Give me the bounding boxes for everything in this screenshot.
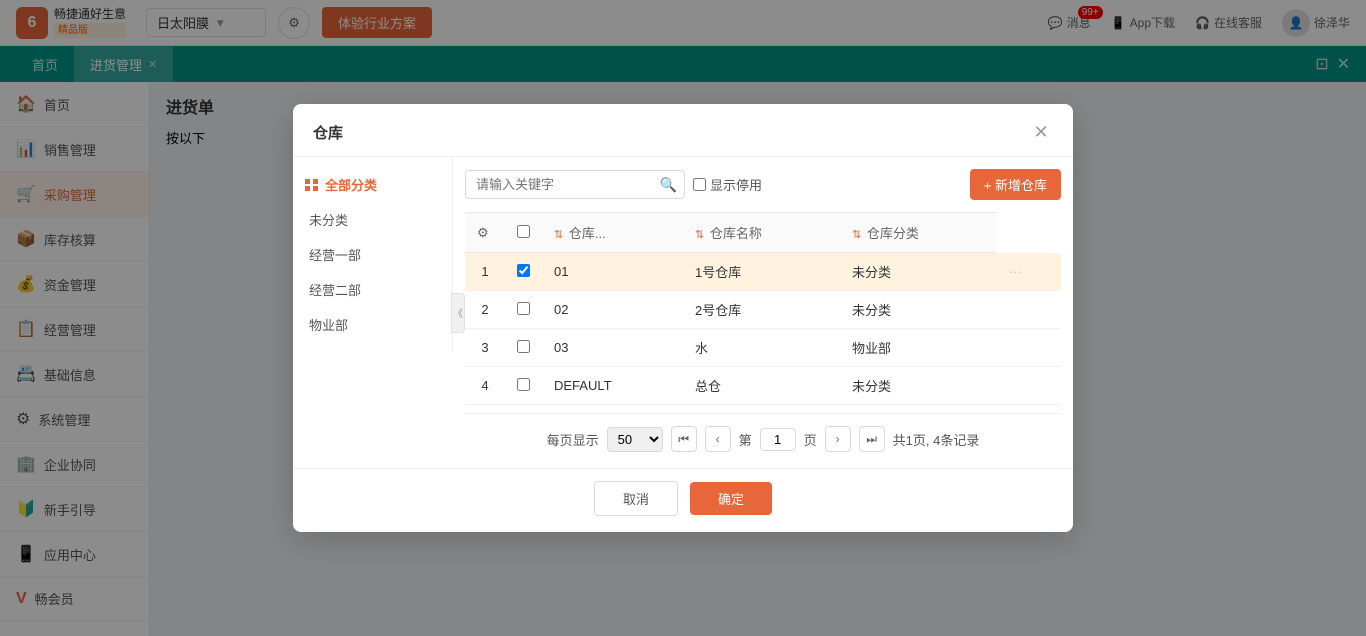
row-checkbox-cell bbox=[505, 291, 542, 329]
modal-title: 仓库 bbox=[313, 122, 343, 143]
row-code: DEFAULT bbox=[542, 367, 683, 405]
search-input[interactable] bbox=[465, 170, 685, 199]
category-item-0[interactable]: 未分类 bbox=[293, 202, 452, 237]
row-checkbox-cell bbox=[505, 367, 542, 405]
modal-close-button[interactable]: ✕ bbox=[1029, 120, 1053, 144]
row-checkbox[interactable] bbox=[517, 264, 530, 277]
row-checkbox[interactable] bbox=[517, 378, 530, 391]
warehouse-modal: 仓库 ✕ 全部分类 未分类 经营一部 经营二部 物业部 bbox=[293, 104, 1073, 532]
row-checkbox-cell bbox=[505, 253, 542, 291]
sort-icon-name: ⇅ bbox=[695, 229, 704, 241]
row-category: 未分类 bbox=[840, 291, 997, 329]
total-info: 共1页, 4条记录 bbox=[893, 430, 980, 449]
grid-icon bbox=[305, 179, 319, 191]
modal-overlay: 仓库 ✕ 全部分类 未分类 经营一部 经营二部 物业部 bbox=[0, 0, 1366, 636]
row-checkbox[interactable] bbox=[517, 302, 530, 315]
search-icon: 🔍 bbox=[660, 176, 677, 193]
category-panel-wrap: 全部分类 未分类 经营一部 经营二部 物业部 《 bbox=[293, 157, 453, 468]
show-disabled-checkbox-label[interactable]: 显示停用 bbox=[693, 175, 762, 194]
row-code: 01 bbox=[542, 253, 683, 291]
row-category: 物业部 bbox=[840, 329, 997, 367]
select-all-checkbox[interactable] bbox=[517, 225, 530, 238]
gear-column-icon: ⚙ bbox=[477, 225, 489, 240]
last-page-button[interactable]: ⏭ bbox=[859, 426, 885, 452]
collapse-category-button[interactable]: 《 bbox=[451, 293, 465, 333]
th-name: ⇅ 仓库名称 bbox=[683, 213, 840, 253]
page-unit: 页 bbox=[804, 430, 817, 449]
th-gear: ⚙ bbox=[465, 213, 505, 253]
warehouse-table: ⚙ ⇅ 仓库... ⇅ bbox=[465, 212, 1061, 405]
page-size-label: 每页显示 bbox=[547, 430, 599, 449]
row-name: 1号仓库 bbox=[683, 253, 840, 291]
table-row[interactable]: 4 DEFAULT 总仓 未分类 bbox=[465, 367, 1061, 405]
table-row[interactable]: 1 01 1号仓库 未分类··· bbox=[465, 253, 1061, 291]
row-category: 未分类 bbox=[840, 253, 997, 291]
row-checkbox-cell bbox=[505, 329, 542, 367]
row-name: 2号仓库 bbox=[683, 291, 840, 329]
modal-body: 全部分类 未分类 经营一部 经营二部 物业部 《 🔍 bbox=[293, 157, 1073, 468]
table-header-row: ⚙ ⇅ 仓库... ⇅ bbox=[465, 213, 1061, 253]
row-num: 3 bbox=[465, 329, 505, 367]
row-name: 水 bbox=[683, 329, 840, 367]
confirm-button[interactable]: 确定 bbox=[690, 482, 772, 515]
modal-footer: 取消 确定 bbox=[293, 468, 1073, 532]
row-actions[interactable]: ··· bbox=[997, 253, 1061, 291]
add-warehouse-button[interactable]: + 新增仓库 bbox=[970, 169, 1061, 200]
th-category: ⇅ 仓库分类 bbox=[840, 213, 997, 253]
warehouse-panel: 🔍 显示停用 + 新增仓库 ⚙ bbox=[453, 157, 1073, 468]
row-num: 4 bbox=[465, 367, 505, 405]
table-row[interactable]: 2 02 2号仓库 未分类 bbox=[465, 291, 1061, 329]
prev-page-button[interactable]: ‹ bbox=[705, 426, 731, 452]
next-page-button[interactable]: › bbox=[825, 426, 851, 452]
row-code: 03 bbox=[542, 329, 683, 367]
table-row[interactable]: 3 03 水 物业部 bbox=[465, 329, 1061, 367]
th-checkbox bbox=[505, 213, 542, 253]
th-code: ⇅ 仓库... bbox=[542, 213, 683, 253]
page-word: 第 bbox=[739, 430, 752, 449]
modal-header: 仓库 ✕ bbox=[293, 104, 1073, 157]
category-item-3[interactable]: 物业部 bbox=[293, 307, 452, 342]
row-name: 总仓 bbox=[683, 367, 840, 405]
row-num: 2 bbox=[465, 291, 505, 329]
sort-icon-code: ⇅ bbox=[554, 229, 563, 241]
first-page-button[interactable]: ⏮ bbox=[671, 426, 697, 452]
cancel-button[interactable]: 取消 bbox=[594, 481, 678, 516]
sort-icon-category: ⇅ bbox=[852, 229, 861, 241]
page-size-select[interactable]: 50 20 100 bbox=[607, 427, 663, 452]
search-input-wrap: 🔍 bbox=[465, 170, 685, 199]
current-page-input[interactable]: 1 bbox=[760, 428, 796, 451]
table-container: ⚙ ⇅ 仓库... ⇅ bbox=[465, 212, 1061, 405]
category-item-1[interactable]: 经营一部 bbox=[293, 237, 452, 272]
show-disabled-checkbox[interactable] bbox=[693, 178, 706, 191]
pagination: 每页显示 50 20 100 ⏮ ‹ 第 1 页 › ⏭ 共1页, 4条记录 bbox=[465, 413, 1061, 456]
category-panel: 全部分类 未分类 经营一部 经营二部 物业部 bbox=[293, 157, 453, 352]
row-code: 02 bbox=[542, 291, 683, 329]
row-num: 1 bbox=[465, 253, 505, 291]
category-item-2[interactable]: 经营二部 bbox=[293, 272, 452, 307]
category-all-item[interactable]: 全部分类 bbox=[293, 167, 452, 202]
row-category: 未分类 bbox=[840, 367, 997, 405]
warehouse-toolbar: 🔍 显示停用 + 新增仓库 bbox=[465, 169, 1061, 200]
row-checkbox[interactable] bbox=[517, 340, 530, 353]
